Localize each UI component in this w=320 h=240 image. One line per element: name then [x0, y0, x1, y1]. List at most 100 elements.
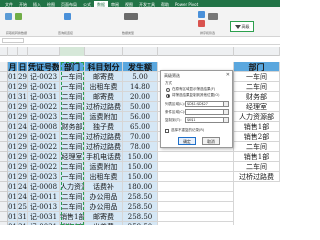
voucher-cell[interactable]: 记-0023	[28, 112, 60, 122]
empty-cell[interactable]	[158, 182, 234, 192]
subject-cell[interactable]: 邮寄费	[85, 212, 123, 222]
subject-cell[interactable]: 邮寄费	[85, 92, 123, 102]
row-number[interactable]	[0, 222, 8, 225]
column-header-k[interactable]	[234, 47, 280, 56]
voucher-cell[interactable]: 记-0022	[28, 162, 60, 172]
column-title[interactable]: 月	[8, 62, 18, 72]
row-number[interactable]	[0, 172, 8, 182]
row-number[interactable]	[0, 152, 8, 162]
stocks-icon[interactable]	[124, 13, 138, 20]
month-cell[interactable]: 01	[8, 212, 18, 222]
row-number[interactable]	[0, 192, 8, 202]
amount-cell[interactable]: 56.00	[123, 112, 158, 122]
voucher-cell[interactable]: 记-0023	[28, 172, 60, 182]
subject-cell[interactable]: 出租车费	[85, 82, 123, 92]
output-cell[interactable]: 人力资源部	[234, 112, 280, 122]
dept-cell[interactable]: 二车间	[60, 102, 85, 112]
amount-cell[interactable]: 258.50	[123, 192, 158, 202]
voucher-cell[interactable]: 记-0011	[28, 192, 60, 202]
empty-cell[interactable]	[158, 192, 234, 202]
unique-records-checkbox[interactable]	[165, 128, 169, 133]
row-number[interactable]	[0, 72, 8, 82]
voucher-cell[interactable]: 记-0008	[28, 182, 60, 192]
column-title[interactable]: 部门	[60, 62, 85, 72]
copy-to-input[interactable]: $K$1	[185, 117, 229, 123]
amount-cell[interactable]: 180.00	[123, 182, 158, 192]
amount-cell[interactable]: 70.00	[123, 132, 158, 142]
get-data-icon[interactable]	[5, 13, 12, 20]
subject-cell[interactable]: 出差费	[85, 222, 123, 225]
close-icon[interactable]: ✕	[226, 72, 230, 78]
voucher-cell[interactable]: 记-0022	[28, 152, 60, 162]
empty-cell[interactable]	[158, 172, 234, 182]
subject-cell[interactable]: 过桥过路费	[85, 102, 123, 112]
dept-cell[interactable]: 销售1部	[60, 222, 85, 225]
column-header-g[interactable]	[158, 47, 234, 56]
subject-cell[interactable]: 邮寄费	[85, 72, 123, 82]
dept-cell[interactable]: 二车间	[60, 202, 85, 212]
subject-cell[interactable]: 出租车费	[85, 172, 123, 182]
month-cell[interactable]: 01	[8, 172, 18, 182]
cancel-button[interactable]: 取消	[202, 137, 220, 145]
dept-cell[interactable]: 二车间	[60, 142, 85, 152]
month-cell[interactable]: 01	[8, 162, 18, 172]
row-number[interactable]	[0, 122, 8, 132]
output-cell[interactable]: 一车间	[234, 72, 280, 82]
row-number[interactable]	[0, 92, 8, 102]
amount-cell[interactable]: 50.00	[123, 102, 158, 112]
list-range-input[interactable]: $D$1:$D$27	[185, 101, 229, 107]
column-title[interactable]: 凭证号数	[28, 62, 60, 72]
output-cell[interactable]: 二车间	[234, 82, 280, 92]
output-header[interactable]: 部门	[234, 62, 280, 72]
row-number[interactable]	[0, 182, 8, 192]
row-number[interactable]	[0, 82, 8, 92]
voucher-cell[interactable]: 记-0021	[28, 132, 60, 142]
amount-cell[interactable]: 258.50	[123, 212, 158, 222]
dept-cell[interactable]: 一车间	[60, 72, 85, 82]
amount-cell[interactable]: 258.50	[123, 222, 158, 225]
day-cell[interactable]: 29	[18, 172, 28, 182]
row-number[interactable]	[0, 202, 8, 212]
voucher-cell[interactable]: 记-0031	[28, 92, 60, 102]
day-cell[interactable]: 29	[18, 142, 28, 152]
subject-cell[interactable]: 话费补	[85, 182, 123, 192]
month-cell[interactable]: 01	[8, 92, 18, 102]
from-table-icon[interactable]	[15, 13, 22, 20]
column-title[interactable]: 日	[18, 62, 28, 72]
advanced-filter-button[interactable]: 高级	[230, 21, 254, 32]
month-cell[interactable]: 01	[8, 112, 18, 122]
dept-cell[interactable]: 二车间	[60, 162, 85, 172]
row-number[interactable]	[0, 102, 8, 112]
name-box[interactable]	[2, 38, 24, 43]
voucher-cell[interactable]: 记-0008	[28, 122, 60, 132]
column-header-e[interactable]	[85, 47, 123, 56]
output-cell[interactable]: 销售1部	[234, 122, 280, 132]
row-number[interactable]	[0, 132, 8, 142]
column-header-b[interactable]	[18, 47, 28, 56]
refresh-all-icon[interactable]	[64, 13, 71, 20]
column-title[interactable]: 发生额	[123, 62, 158, 72]
column-header-c[interactable]	[28, 47, 60, 56]
voucher-cell[interactable]: 记-0023	[28, 72, 60, 82]
criteria-range-input[interactable]	[185, 109, 229, 115]
dept-cell[interactable]: 二车间	[60, 92, 85, 102]
dept-cell[interactable]: 二车间	[60, 192, 85, 202]
output-cell[interactable]: 二车间	[234, 162, 280, 172]
month-cell[interactable]: 01	[8, 192, 18, 202]
voucher-cell[interactable]: 记-0031	[28, 212, 60, 222]
subject-cell[interactable]: 运费附加	[85, 112, 123, 122]
amount-cell[interactable]: 150.00	[123, 162, 158, 172]
radio-in-place[interactable]	[166, 87, 170, 92]
month-cell[interactable]: 01	[8, 152, 18, 162]
sort-asc-icon[interactable]	[198, 11, 205, 18]
collapse-dialog-icon[interactable]	[223, 102, 228, 106]
empty-cell[interactable]	[158, 222, 234, 225]
dept-cell[interactable]: 经理室	[60, 152, 85, 162]
amount-cell[interactable]: 65.00	[123, 122, 158, 132]
column-header-a[interactable]	[8, 47, 18, 56]
output-cell[interactable]: 销售2部	[234, 132, 280, 142]
voucher-cell[interactable]: 记-0021	[28, 82, 60, 92]
collapse-dialog-icon[interactable]	[223, 118, 228, 122]
amount-cell[interactable]: 78.00	[123, 142, 158, 152]
dept-cell[interactable]: 二车间	[60, 132, 85, 142]
